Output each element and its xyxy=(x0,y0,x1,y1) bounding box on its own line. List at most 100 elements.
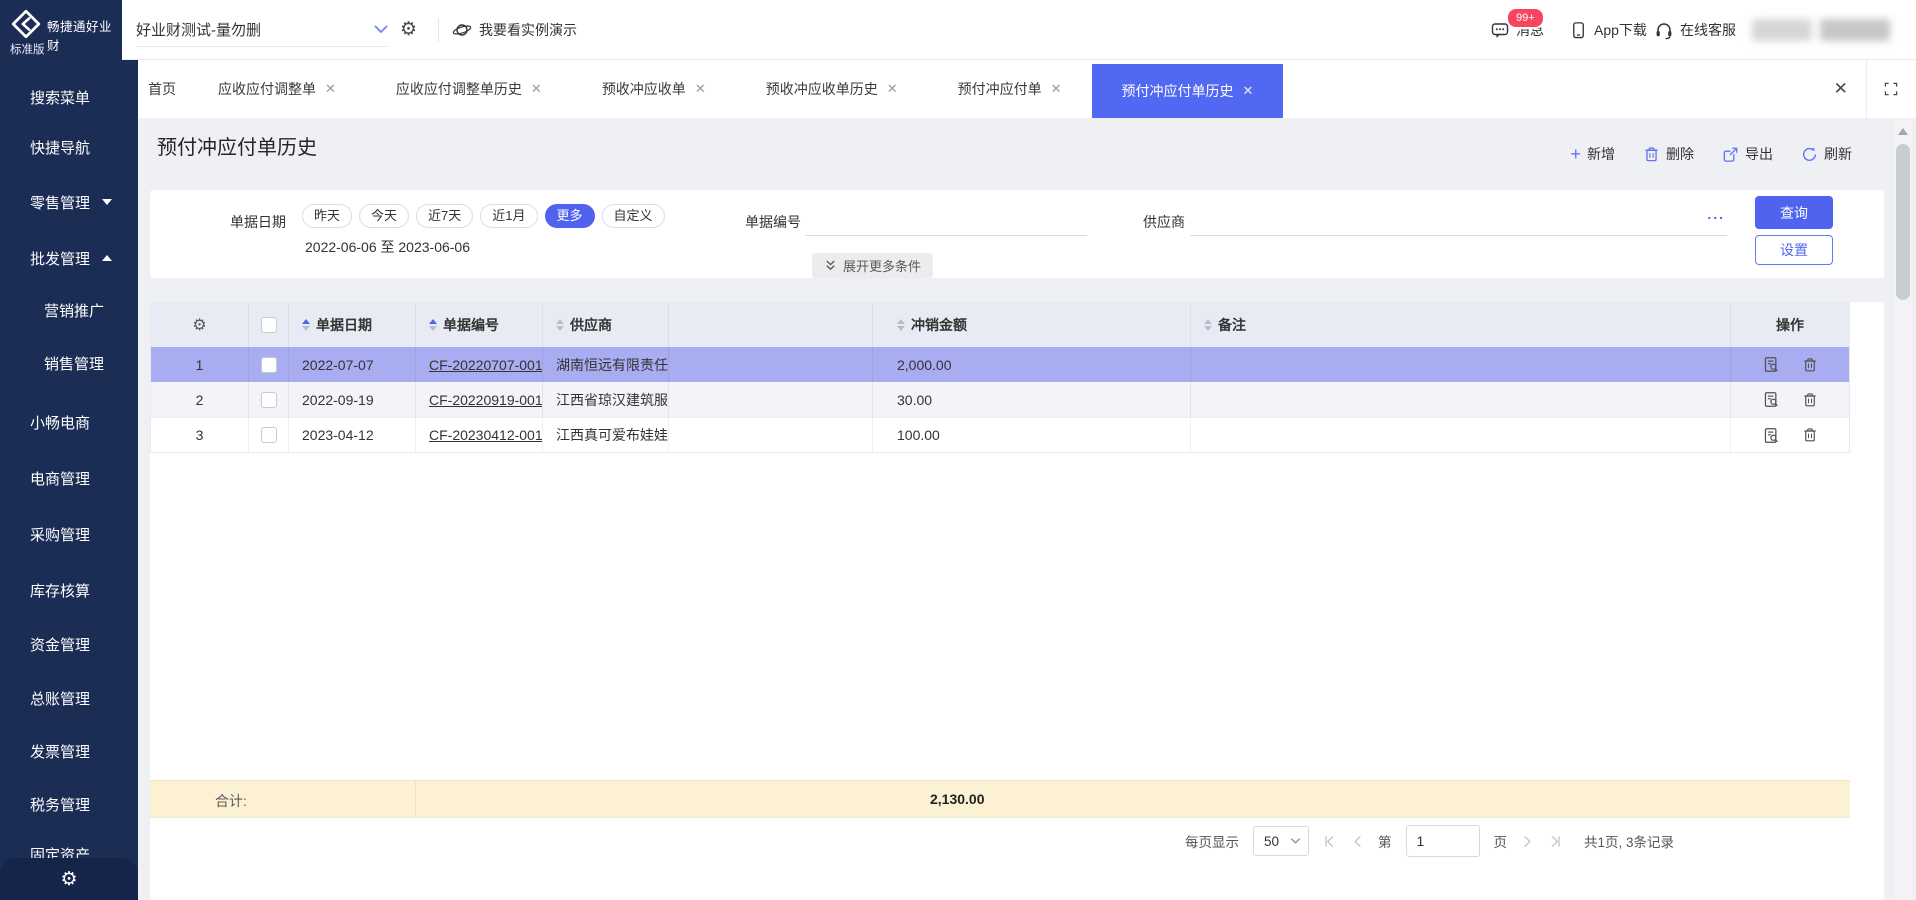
header-spacer xyxy=(669,302,873,347)
per-page-select[interactable]: 50 xyxy=(1253,826,1309,856)
header-supplier[interactable]: 供应商 xyxy=(543,302,669,347)
delete-row-icon[interactable] xyxy=(1802,357,1818,373)
scroll-up-arrow-icon[interactable] xyxy=(1898,128,1908,135)
export-button[interactable]: 导出 xyxy=(1722,144,1773,164)
header-note[interactable]: 备注 xyxy=(1191,302,1731,347)
supplier-picker-ellipsis[interactable]: ... xyxy=(1707,206,1725,222)
online-service-button[interactable]: 在线客服 xyxy=(1654,0,1736,60)
prev-page-button[interactable] xyxy=(1352,834,1364,849)
doc-no-input[interactable] xyxy=(805,206,1087,236)
sidebar-item-sales[interactable]: 销售管理 xyxy=(0,352,138,374)
account-dropdown[interactable]: 好业财测试-量勿删 xyxy=(136,13,388,47)
row-checkbox[interactable] xyxy=(261,357,277,373)
sidebar-item-marketing[interactable]: 营销推广 xyxy=(0,299,138,321)
sidebar-item-search-menu[interactable]: 搜索菜单 xyxy=(0,86,138,108)
close-tab-icon[interactable]: ✕ xyxy=(695,81,706,97)
doc-no-link[interactable]: CF-20220919-001 xyxy=(429,392,543,408)
tab-advance-receipt-offset-history[interactable]: 预收冲应收单历史✕ xyxy=(736,60,928,118)
pill-today[interactable]: 今天 xyxy=(359,204,409,228)
sidebar-item-label: 采购管理 xyxy=(30,524,90,545)
chevron-up-icon[interactable] xyxy=(102,255,112,261)
row-checkbox[interactable] xyxy=(261,427,277,443)
pill-last1month[interactable]: 近1月 xyxy=(480,204,537,228)
sidebar-item-tax[interactable]: 税务管理 xyxy=(0,793,138,815)
search-button[interactable]: 查询 xyxy=(1755,196,1833,229)
view-detail-icon[interactable] xyxy=(1763,356,1780,373)
sidebar-item-general-ledger[interactable]: 总账管理 xyxy=(0,687,138,709)
delete-button[interactable]: 删除 xyxy=(1643,144,1694,164)
supplier-name: 江西省琼汉建筑服务... xyxy=(556,390,669,410)
first-page-button[interactable] xyxy=(1323,834,1338,849)
delete-row-icon[interactable] xyxy=(1802,392,1818,408)
user-account-redacted[interactable] xyxy=(1752,13,1902,47)
per-page-value: 50 xyxy=(1264,834,1279,849)
tab-prepayment-offset[interactable]: 预付冲应付单✕ xyxy=(928,60,1092,118)
tab-ar-ap-adjust-history[interactable]: 应收应付调整单历史 ✕ xyxy=(366,60,572,118)
fullscreen-icon[interactable] xyxy=(1866,60,1916,118)
sidebar-item-invoice[interactable]: 发票管理 xyxy=(0,740,138,762)
sidebar-item-funds[interactable]: 资金管理 xyxy=(0,633,138,655)
sidebar-item-purchase[interactable]: 采购管理 xyxy=(0,523,138,545)
close-tab-icon[interactable]: ✕ xyxy=(1051,81,1062,97)
sidebar-item-wholesale[interactable]: 批发管理 xyxy=(0,247,138,269)
date-range-value[interactable]: 2022-06-06 至 2023-06-06 xyxy=(305,237,470,257)
close-tab-icon[interactable]: ✕ xyxy=(531,81,542,97)
gear-icon[interactable]: ⚙ xyxy=(400,18,417,40)
sort-icon[interactable] xyxy=(302,319,310,331)
sidebar-item-xiaochang-ecommerce[interactable]: 小畅电商 xyxy=(0,411,138,433)
table-row[interactable]: 3 2023-04-12 CF-20230412-001 江西真可爱布娃娃有..… xyxy=(151,417,1849,452)
sidebar-item-ecommerce[interactable]: 电商管理 xyxy=(0,467,138,489)
tab-ar-ap-adjust[interactable]: 应收应付调整单✕ xyxy=(188,60,366,118)
app-download-button[interactable]: App下载 xyxy=(1569,0,1647,60)
delete-row-icon[interactable] xyxy=(1802,427,1818,443)
pill-last7days[interactable]: 近7天 xyxy=(416,204,473,228)
sidebar-item-quick-nav[interactable]: 快捷导航 xyxy=(0,136,138,158)
sidebar-item-retail[interactable]: 零售管理 xyxy=(0,191,138,213)
close-all-tabs-icon[interactable]: ✕ xyxy=(1816,60,1866,118)
doc-no-link[interactable]: CF-20230412-001 xyxy=(429,427,543,443)
column-settings-gear-icon[interactable]: ⚙ xyxy=(192,315,206,334)
doc-date: 2023-04-12 xyxy=(302,427,374,443)
table-row[interactable]: 2 2022-09-19 CF-20220919-001 江西省琼汉建筑服务..… xyxy=(151,382,1849,417)
sort-icon[interactable] xyxy=(897,319,905,331)
sort-icon[interactable] xyxy=(556,319,564,331)
scrollbar-thumb[interactable] xyxy=(1896,144,1910,300)
sort-icon[interactable] xyxy=(429,319,437,331)
close-tab-icon[interactable]: ✕ xyxy=(325,81,336,97)
vertical-scrollbar[interactable] xyxy=(1894,118,1912,900)
demo-link[interactable]: 我要看实例演示 xyxy=(452,0,577,60)
header-doc-date[interactable]: 单据日期 xyxy=(289,302,416,347)
supplier-input[interactable]: ... xyxy=(1190,206,1727,236)
view-detail-icon[interactable] xyxy=(1763,427,1780,444)
close-tab-icon[interactable]: ✕ xyxy=(887,81,898,97)
table-row-selected[interactable]: 1 2022-07-07 CF-20220707-001 湖南恒远有限责任公司 … xyxy=(151,347,1849,382)
view-detail-icon[interactable] xyxy=(1763,391,1780,408)
add-button[interactable]: + 新增 xyxy=(1570,144,1615,164)
page-number-input[interactable] xyxy=(1406,825,1480,857)
sort-icon[interactable] xyxy=(1204,319,1212,331)
pill-yesterday[interactable]: 昨天 xyxy=(302,204,352,228)
tab-label: 应收应付调整单历史 xyxy=(396,79,522,99)
page-prefix: 第 xyxy=(1378,831,1392,851)
sidebar-item-inventory[interactable]: 库存核算 xyxy=(0,579,138,601)
expand-more-conditions-button[interactable]: 展开更多条件 xyxy=(812,253,933,278)
chevron-down-icon[interactable] xyxy=(102,199,112,205)
close-tab-icon[interactable]: ✕ xyxy=(1243,83,1254,99)
header-amount[interactable]: 冲销金额 xyxy=(873,302,1191,347)
row-checkbox[interactable] xyxy=(261,392,277,408)
tab-home[interactable]: 首页 xyxy=(138,60,188,118)
next-page-button[interactable] xyxy=(1521,834,1533,849)
tab-advance-receipt-offset[interactable]: 预收冲应收单✕ xyxy=(572,60,736,118)
refresh-button[interactable]: 刷新 xyxy=(1801,144,1852,164)
tab-prepayment-offset-history-active[interactable]: 预付冲应付单历史✕ xyxy=(1092,64,1284,118)
header-doc-no[interactable]: 单据编号 xyxy=(416,302,543,347)
last-page-button[interactable] xyxy=(1547,834,1562,849)
doc-no-link[interactable]: CF-20220707-001 xyxy=(429,357,543,373)
pill-custom[interactable]: 自定义 xyxy=(602,204,665,228)
settings-gear-icon[interactable]: ⚙ xyxy=(60,868,77,890)
chevron-down-icon xyxy=(1290,837,1301,845)
date-filter-label: 单据日期 xyxy=(230,212,286,232)
pill-more-active[interactable]: 更多 xyxy=(545,204,595,228)
settings-button[interactable]: 设置 xyxy=(1755,235,1833,265)
select-all-checkbox[interactable] xyxy=(261,317,277,333)
